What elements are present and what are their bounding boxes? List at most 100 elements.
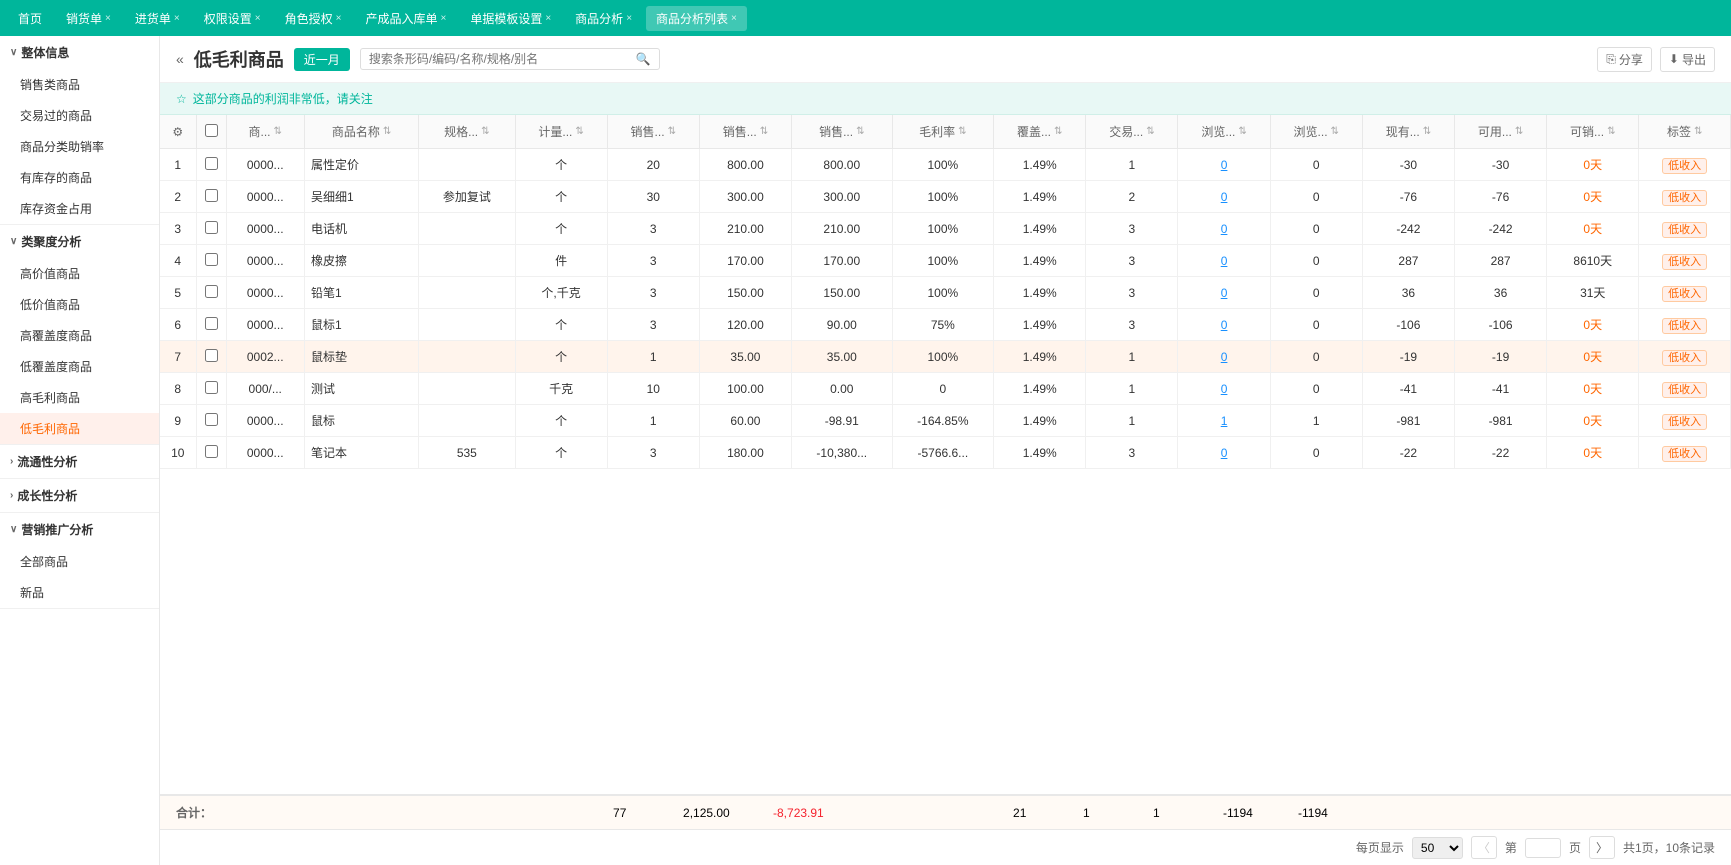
th-unit[interactable]: 计量... ⇅: [515, 115, 607, 149]
row-checkbox[interactable]: [205, 253, 218, 266]
search-input[interactable]: [369, 52, 631, 66]
sidebar-item-high-margin[interactable]: 高毛利商品: [0, 382, 159, 413]
cell-checkbox[interactable]: [196, 277, 226, 309]
filter-tag-button[interactable]: 近一月: [294, 48, 350, 71]
sidebar-item-low-value[interactable]: 低价值商品: [0, 289, 159, 320]
th-settings[interactable]: ⚙: [160, 115, 196, 149]
export-button[interactable]: ⬇ 导出: [1660, 47, 1715, 72]
nav-product-analysis[interactable]: 商品分析 ×: [565, 6, 642, 31]
nav-home[interactable]: 首页: [8, 6, 52, 31]
nav-role-auth-close[interactable]: ×: [336, 13, 342, 24]
cell-code: 0000...: [226, 213, 304, 245]
sidebar-item-traded-goods[interactable]: 交易过的商品: [0, 100, 159, 131]
select-all-checkbox[interactable]: [205, 124, 218, 137]
cell-browse1[interactable]: 0: [1178, 213, 1270, 245]
th-name[interactable]: 商品名称 ⇅: [304, 115, 418, 149]
th-sales-price[interactable]: 销售... ⇅: [699, 115, 791, 149]
cell-checkbox[interactable]: [196, 213, 226, 245]
nav-permission-close[interactable]: ×: [255, 13, 261, 24]
th-tag[interactable]: 标签 ⇅: [1639, 115, 1731, 149]
sidebar-item-low-margin[interactable]: 低毛利商品: [0, 413, 159, 444]
sidebar-section-growth-header[interactable]: › 成长性分析: [0, 479, 159, 512]
nav-permission[interactable]: 权限设置 ×: [194, 6, 271, 31]
cell-no: 8: [160, 373, 196, 405]
cell-browse1[interactable]: 0: [1178, 341, 1270, 373]
per-page-select[interactable]: 50 100 200: [1412, 837, 1463, 859]
row-checkbox[interactable]: [205, 349, 218, 362]
cell-checkbox[interactable]: [196, 149, 226, 181]
sidebar-section-cluster-header[interactable]: ∨ 类聚度分析: [0, 225, 159, 258]
search-icon[interactable]: 🔍: [636, 52, 651, 66]
page-input[interactable]: 1: [1525, 838, 1561, 858]
nav-product-analysis-list-close[interactable]: ×: [731, 13, 737, 24]
nav-sales-order[interactable]: 销货单 ×: [56, 6, 121, 31]
th-sales-qty[interactable]: 销售... ⇅: [607, 115, 699, 149]
sidebar-collapse-button[interactable]: «: [176, 51, 184, 67]
cell-name: 吴细细1: [304, 181, 418, 213]
nav-product-analysis-close[interactable]: ×: [626, 13, 632, 24]
row-checkbox[interactable]: [205, 381, 218, 394]
nav-template-setting[interactable]: 单据模板设置 ×: [460, 6, 561, 31]
th-stock[interactable]: 现有... ⇅: [1362, 115, 1454, 149]
sidebar-item-low-coverage[interactable]: 低覆盖度商品: [0, 351, 159, 382]
nav-product-in-close[interactable]: ×: [440, 13, 446, 24]
row-checkbox[interactable]: [205, 221, 218, 234]
cell-checkbox[interactable]: [196, 405, 226, 437]
row-checkbox[interactable]: [205, 317, 218, 330]
sidebar-section-marketing-header[interactable]: ∨ 营销推广分析: [0, 513, 159, 546]
cell-browse1[interactable]: 0: [1178, 373, 1270, 405]
sidebar-item-sales-goods[interactable]: 销售类商品: [0, 69, 159, 100]
sidebar-item-category-sales-rate[interactable]: 商品分类助销率: [0, 131, 159, 162]
th-checkbox[interactable]: [196, 115, 226, 149]
th-spec[interactable]: 规格... ⇅: [419, 115, 515, 149]
cell-browse1[interactable]: 0: [1178, 245, 1270, 277]
cell-browse1[interactable]: 0: [1178, 149, 1270, 181]
th-browse2[interactable]: 浏览... ⇅: [1270, 115, 1362, 149]
nav-product-analysis-list[interactable]: 商品分析列表 ×: [646, 6, 747, 31]
cell-browse1[interactable]: 0: [1178, 309, 1270, 341]
sidebar-item-high-value[interactable]: 高价值商品: [0, 258, 159, 289]
row-checkbox[interactable]: [205, 285, 218, 298]
row-checkbox[interactable]: [205, 189, 218, 202]
nav-role-auth[interactable]: 角色授权 ×: [275, 6, 352, 31]
th-available[interactable]: 可用... ⇅: [1455, 115, 1547, 149]
cell-checkbox[interactable]: [196, 373, 226, 405]
sidebar-item-high-coverage[interactable]: 高覆盖度商品: [0, 320, 159, 351]
row-checkbox[interactable]: [205, 157, 218, 170]
th-gross-rate[interactable]: 毛利率 ⇅: [892, 115, 994, 149]
sidebar-item-in-stock-goods[interactable]: 有库存的商品: [0, 162, 159, 193]
th-saleable[interactable]: 可销... ⇅: [1547, 115, 1639, 149]
th-browse1[interactable]: 浏览... ⇅: [1178, 115, 1270, 149]
cell-checkbox[interactable]: [196, 437, 226, 469]
sidebar-section-overall-header[interactable]: ∨ 整体信息: [0, 36, 159, 69]
next-page-button[interactable]: 〉: [1589, 836, 1615, 859]
th-coverage[interactable]: 覆盖... ⇅: [994, 115, 1086, 149]
cell-checkbox[interactable]: [196, 309, 226, 341]
row-checkbox[interactable]: [205, 413, 218, 426]
nav-product-in[interactable]: 产成品入库单 ×: [355, 6, 456, 31]
cell-checkbox[interactable]: [196, 245, 226, 277]
sidebar-item-stock-capital[interactable]: 库存资金占用: [0, 193, 159, 224]
prev-page-button[interactable]: 〈: [1471, 836, 1497, 859]
share-button[interactable]: ⎘ 分享: [1597, 47, 1652, 72]
cell-browse1[interactable]: 0: [1178, 437, 1270, 469]
cell-browse2: 0: [1270, 437, 1362, 469]
row-checkbox[interactable]: [205, 445, 218, 458]
cell-browse1[interactable]: 0: [1178, 277, 1270, 309]
th-trade[interactable]: 交易... ⇅: [1086, 115, 1178, 149]
cell-checkbox[interactable]: [196, 181, 226, 213]
settings-icon: ⚙: [172, 125, 183, 139]
nav-template-close[interactable]: ×: [545, 13, 551, 24]
nav-purchase-order[interactable]: 进货单 ×: [125, 6, 190, 31]
cell-browse2: 0: [1270, 277, 1362, 309]
cell-checkbox[interactable]: [196, 341, 226, 373]
nav-purchase-order-close[interactable]: ×: [174, 13, 180, 24]
sidebar-section-circulation-header[interactable]: › 流通性分析: [0, 445, 159, 478]
cell-browse1[interactable]: 0: [1178, 181, 1270, 213]
sidebar-item-new-goods[interactable]: 新品: [0, 577, 159, 608]
nav-sales-order-close[interactable]: ×: [105, 13, 111, 24]
th-sales-amount[interactable]: 销售... ⇅: [792, 115, 893, 149]
th-code[interactable]: 商... ⇅: [226, 115, 304, 149]
sidebar-item-all-goods[interactable]: 全部商品: [0, 546, 159, 577]
cell-browse1[interactable]: 1: [1178, 405, 1270, 437]
